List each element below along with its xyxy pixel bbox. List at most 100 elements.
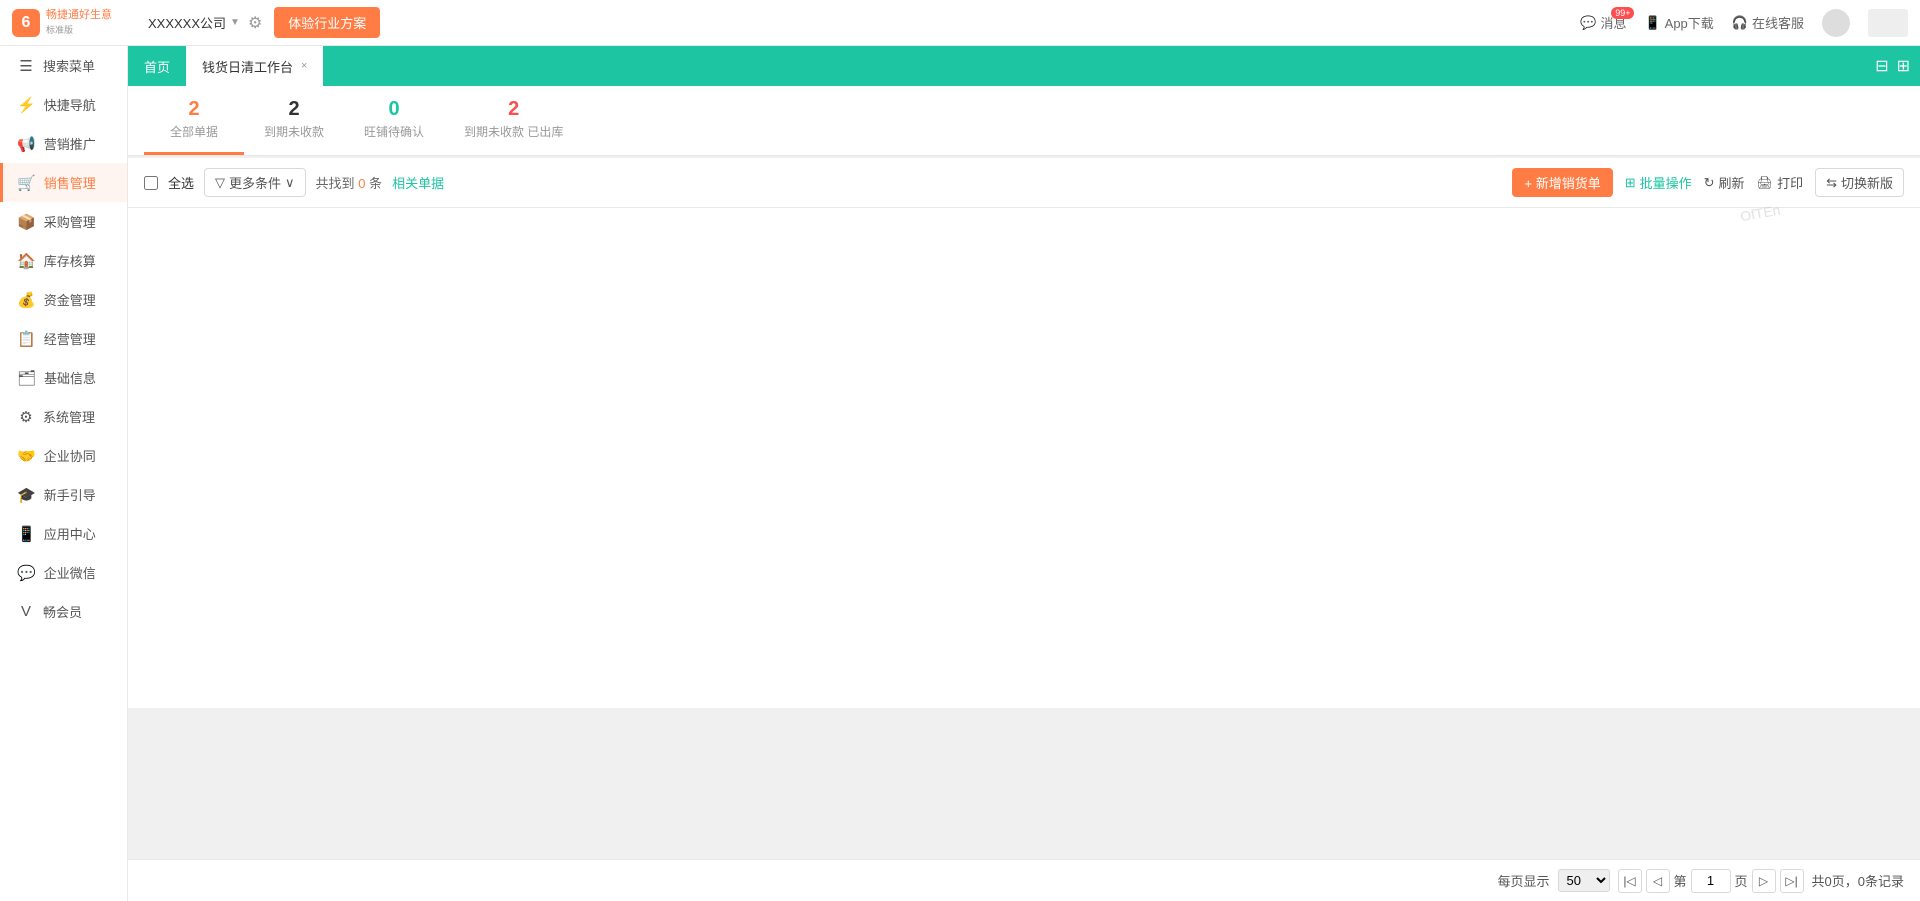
message-btn[interactable]: 💬 消息 99+ <box>1580 13 1626 32</box>
stat-label-overdue: 到期未收款 <box>264 123 324 140</box>
service-label: 在线客服 <box>1752 13 1804 32</box>
settings-icon[interactable]: ⚙ <box>248 13 262 33</box>
sales-icon: 🛒 <box>17 174 36 192</box>
stats-tabs: 2 全部单据 2 到期未收款 0 旺铺待确认 2 到期未收款 已出库 <box>128 86 1920 156</box>
filter-arrow-icon: ∨ <box>285 175 295 191</box>
stat-tab-all[interactable]: 2 全部单据 <box>144 86 244 155</box>
page-label: 第 <box>1674 871 1687 890</box>
base-icon: 🗂 <box>17 369 36 387</box>
sidebar-item-search[interactable]: ☰ 搜索菜单 <box>0 46 127 85</box>
stat-num-shipped: 2 <box>464 98 563 121</box>
message-icon: 💬 <box>1580 15 1596 31</box>
first-page-btn[interactable]: |◁ <box>1618 869 1642 893</box>
switch-icon: ⇆ <box>1826 175 1837 191</box>
sidebar-item-wechat[interactable]: 💬 企业微信 <box>0 553 127 592</box>
sidebar-item-label: 企业协同 <box>44 446 96 465</box>
batch-icon: ⊞ <box>1625 175 1636 191</box>
batch-label: 批量操作 <box>1640 173 1692 192</box>
select-all-checkbox[interactable] <box>144 176 158 190</box>
tab-maximize-icon[interactable]: ⊞ <box>1897 56 1910 76</box>
sidebar-item-inventory[interactable]: 🏠 库存核算 <box>0 241 127 280</box>
experience-btn[interactable]: 体验行业方案 <box>274 7 380 38</box>
print-label: 打印 <box>1777 173 1803 192</box>
stat-num-overdue: 2 <box>264 98 324 121</box>
refresh-btn[interactable]: ↻ 刷新 <box>1704 173 1745 192</box>
sidebar-item-operations[interactable]: 📋 经营管理 <box>0 319 127 358</box>
inventory-icon: 🏠 <box>17 252 36 270</box>
marketing-icon: 📢 <box>17 135 36 153</box>
app-icon: 📱 <box>1644 15 1660 31</box>
related-btn[interactable]: 相关单据 <box>392 173 444 192</box>
found-num: 0 <box>358 176 365 191</box>
stat-tab-pending[interactable]: 0 旺铺待确认 <box>344 86 444 155</box>
logo-badge: 标准版 <box>46 23 112 36</box>
sidebar-item-collab[interactable]: 🤝 企业协同 <box>0 436 127 475</box>
sidebar-item-sales[interactable]: 🛒 销售管理 <box>0 163 127 202</box>
online-service-btn[interactable]: 🎧 在线客服 <box>1732 13 1804 32</box>
stat-num-all: 2 <box>164 98 224 121</box>
message-badge: 99+ <box>1611 7 1634 19</box>
tab-home-label: 首页 <box>144 57 170 76</box>
logo-icon: 6 <box>12 9 40 37</box>
filter-label: 更多条件 <box>229 173 281 192</box>
sidebar-item-member[interactable]: V 畅会员 <box>0 592 127 631</box>
select-all-label: 全选 <box>168 173 194 192</box>
sidebar-item-nav[interactable]: ⚡ 快捷导航 <box>0 85 127 124</box>
tab-minimize-icon[interactable]: ⊟ <box>1875 56 1888 76</box>
found-unit: 条 <box>369 176 382 191</box>
sidebar-item-label: 搜索菜单 <box>43 56 95 75</box>
last-page-btn[interactable]: ▷| <box>1780 869 1804 893</box>
app-center-icon: 📱 <box>17 525 36 543</box>
page-input[interactable] <box>1691 869 1731 893</box>
sidebar-item-system[interactable]: ⚙ 系统管理 <box>0 397 127 436</box>
header: 6 畅捷通好生意 标准版 XXXXXX公司 ▼ ⚙ 体验行业方案 💬 消息 99… <box>0 0 1920 46</box>
toolbar: 全选 ▽ 更多条件 ∨ 共找到 0 条 相关单据 + 新增销货单 ⊞ 批量操作 … <box>128 158 1920 208</box>
tab-close-icon[interactable]: × <box>301 60 307 72</box>
per-page-label: 每页显示 <box>1497 871 1549 890</box>
found-text: 共找到 0 条 <box>316 173 383 192</box>
print-btn[interactable]: 🖨 打印 <box>1757 173 1804 192</box>
avatar[interactable] <box>1822 9 1850 37</box>
logo: 6 畅捷通好生意 标准版 <box>12 9 140 37</box>
stat-tab-shipped[interactable]: 2 到期未收款 已出库 <box>444 86 583 155</box>
page-label-unit: 页 <box>1735 871 1748 890</box>
sidebar-item-guide[interactable]: 🎓 新手引导 <box>0 475 127 514</box>
sidebar-item-base[interactable]: 🗂 基础信息 <box>0 358 127 397</box>
stat-num-pending: 0 <box>364 98 424 121</box>
tab-home[interactable]: 首页 <box>128 46 186 86</box>
refresh-label: 刷新 <box>1719 173 1745 192</box>
found-prefix: 共找到 <box>316 176 355 191</box>
refresh-icon: ↻ <box>1704 175 1715 191</box>
filter-btn[interactable]: ▽ 更多条件 ∨ <box>204 168 306 197</box>
company-name: XXXXXX公司 <box>148 13 226 32</box>
stat-tab-overdue[interactable]: 2 到期未收款 <box>244 86 344 155</box>
sidebar-item-marketing[interactable]: 📢 营销推广 <box>0 124 127 163</box>
company-arrow-icon: ▼ <box>230 17 240 28</box>
sidebar-item-label: 畅会员 <box>43 602 82 621</box>
purchase-icon: 📦 <box>17 213 36 231</box>
app-download-btn[interactable]: 📱 App下载 <box>1644 13 1713 32</box>
sidebar-item-purchase[interactable]: 📦 采购管理 <box>0 202 127 241</box>
prev-page-btn[interactable]: ◁ <box>1646 869 1670 893</box>
company-selector[interactable]: XXXXXX公司 ▼ <box>148 13 240 32</box>
sidebar-item-finance[interactable]: 💰 资金管理 <box>0 280 127 319</box>
switch-version-btn[interactable]: ⇆ 切换新版 <box>1815 168 1904 197</box>
nav-icon: ⚡ <box>17 96 36 114</box>
tabs-right-actions: ⊟ ⊞ <box>1875 56 1920 76</box>
app-label: App下载 <box>1665 13 1714 32</box>
sidebar-item-label: 系统管理 <box>43 407 95 426</box>
sidebar-item-app[interactable]: 📱 应用中心 <box>0 514 127 553</box>
sidebar-item-label: 新手引导 <box>44 485 96 504</box>
stat-label-all: 全部单据 <box>164 123 224 140</box>
sidebar-item-label: 资金管理 <box>44 290 96 309</box>
next-page-btn[interactable]: ▷ <box>1752 869 1776 893</box>
header-right: 💬 消息 99+ 📱 App下载 🎧 在线客服 <box>1580 9 1908 37</box>
user-menu[interactable] <box>1868 9 1908 37</box>
collab-icon: 🤝 <box>17 447 36 465</box>
new-order-btn[interactable]: + 新增销货单 <box>1512 168 1612 197</box>
sidebar-item-label: 经营管理 <box>44 329 96 348</box>
stat-label-shipped: 到期未收款 已出库 <box>464 123 563 140</box>
batch-btn[interactable]: ⊞ 批量操作 <box>1625 173 1692 192</box>
per-page-select[interactable]: 50 100 200 <box>1558 869 1610 892</box>
tab-workbench[interactable]: 钱货日清工作台 × <box>186 46 323 86</box>
